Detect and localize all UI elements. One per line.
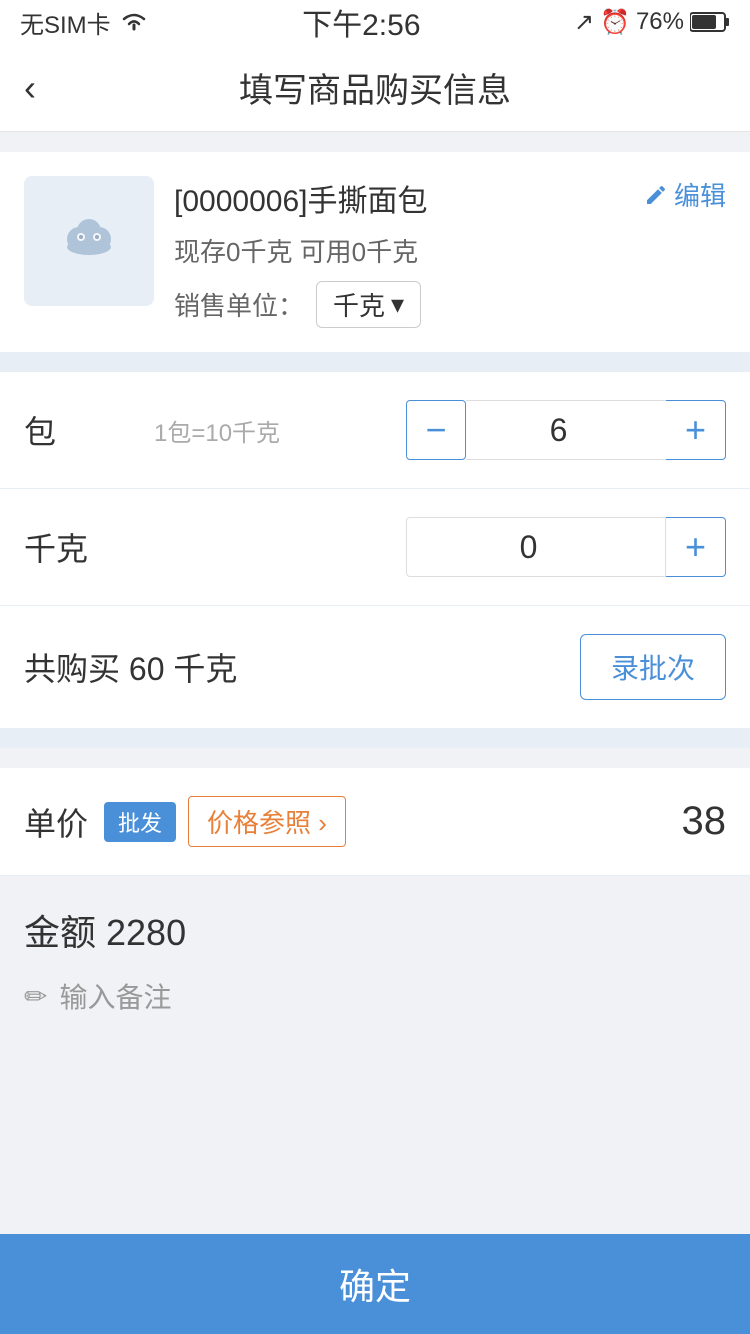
product-logo-icon xyxy=(49,211,129,271)
price-label: 单价 xyxy=(24,799,88,845)
battery-label: 76% xyxy=(636,8,684,36)
purchase-summary-row: 共购买 60 千克 录批次 xyxy=(0,606,750,728)
price-ref-label: 价格参照 › xyxy=(207,803,327,840)
purchase-summary-label: 共购买 60 千克 xyxy=(24,644,237,690)
price-type-tag: 批发 xyxy=(104,802,176,842)
batch-button[interactable]: 录批次 xyxy=(580,634,726,700)
unit-label: 销售单位： xyxy=(174,286,304,323)
bao-plus-button[interactable]: + xyxy=(666,400,726,460)
kg-label: 千克 xyxy=(24,524,144,570)
edit-label: 编辑 xyxy=(674,176,726,213)
divider-1 xyxy=(0,352,750,372)
bao-minus-button[interactable]: − xyxy=(406,400,466,460)
edit-button[interactable]: 编辑 xyxy=(644,176,726,213)
divider-2 xyxy=(0,728,750,748)
status-right: ↗ ⏰ 76% xyxy=(574,8,730,37)
remark-placeholder: 输入备注 xyxy=(59,976,171,1016)
alarm-icon: ⏰ xyxy=(600,8,630,37)
unit-value: 千克 xyxy=(333,286,385,323)
carrier-label: 无SIM卡 xyxy=(20,5,111,40)
kg-quantity-input[interactable] xyxy=(406,517,666,577)
dropdown-icon: ▾ xyxy=(391,289,404,320)
bao-label: 包 xyxy=(24,407,144,453)
bottom-spacer xyxy=(0,1036,750,1156)
product-unit-row: 销售单位： 千克 ▾ xyxy=(174,281,726,328)
wifi-icon xyxy=(119,11,149,33)
remark-icon: ✏ xyxy=(24,980,47,1013)
status-time: 下午2:56 xyxy=(302,0,420,44)
kg-plus-button[interactable]: + xyxy=(666,517,726,577)
nav-bar: ‹ 填写商品购买信息 xyxy=(0,44,750,132)
price-ref-button[interactable]: 价格参照 › xyxy=(188,796,346,847)
kg-row: 千克 + xyxy=(0,489,750,606)
page-title: 填写商品购买信息 xyxy=(239,63,511,112)
price-section: 单价 批发 价格参照 › 38 xyxy=(0,768,750,876)
bao-quantity-control: − + xyxy=(406,400,726,460)
back-button[interactable]: ‹ xyxy=(24,67,36,109)
amount-label: 金额 2280 xyxy=(24,904,726,956)
battery-icon xyxy=(690,11,730,33)
bao-row: 包 1包=10千克 − + xyxy=(0,372,750,489)
price-value: 38 xyxy=(682,799,727,844)
confirm-button[interactable]: 确定 xyxy=(0,1234,750,1334)
status-bar: 无SIM卡 下午2:56 ↗ ⏰ 76% xyxy=(0,0,750,44)
remark-row[interactable]: ✏ 输入备注 xyxy=(24,976,726,1016)
product-stock: 现存0千克 可用0千克 xyxy=(174,232,726,269)
status-left: 无SIM卡 xyxy=(20,5,149,40)
amount-section: 金额 2280 ✏ 输入备注 xyxy=(0,876,750,1036)
location-icon: ↗ xyxy=(574,8,594,37)
quantity-section: 包 1包=10千克 − + 千克 + xyxy=(0,372,750,606)
edit-icon xyxy=(644,183,668,207)
kg-quantity-control: + xyxy=(406,517,726,577)
unit-select[interactable]: 千克 ▾ xyxy=(316,281,421,328)
bao-hint: 1包=10千克 xyxy=(154,413,406,448)
product-image xyxy=(24,176,154,306)
bao-quantity-input[interactable] xyxy=(466,400,666,460)
product-card: [0000006]手撕面包 现存0千克 可用0千克 销售单位： 千克 ▾ 编辑 xyxy=(0,152,750,352)
